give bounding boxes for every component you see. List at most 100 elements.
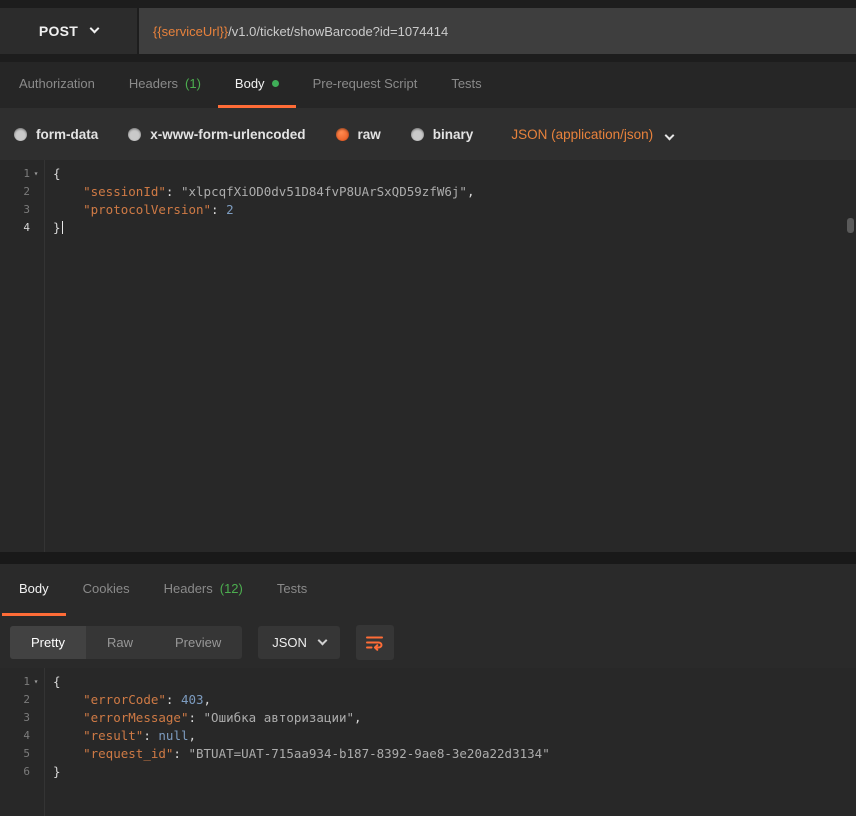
code-line: 2 "sessionId": "xlpcqfXiOD0dv51D84fvP8UA… bbox=[0, 183, 856, 201]
gutter: 4 bbox=[0, 219, 44, 237]
wrap-text-button[interactable] bbox=[355, 624, 394, 660]
code-text: { bbox=[53, 166, 61, 181]
radio-unselected-icon bbox=[410, 127, 424, 141]
code-text: "errorCode": 403, bbox=[83, 692, 212, 707]
code-text: "protocolVersion": 2 bbox=[83, 202, 234, 217]
tab-label: Tests bbox=[451, 76, 482, 91]
line-number: 2 bbox=[23, 185, 30, 198]
gutter: 4 bbox=[0, 727, 44, 745]
headers-count-badge: (12) bbox=[219, 581, 243, 596]
radio-selected-icon bbox=[335, 127, 349, 141]
wrap-text-icon bbox=[366, 636, 384, 651]
bodytype-binary[interactable]: binary bbox=[410, 126, 474, 142]
request-body-editor[interactable]: 1 ▾ {2 "sessionId": "xlpcqfXiOD0dv51D84fvP… bbox=[0, 160, 856, 552]
chevron-down-icon bbox=[664, 130, 675, 140]
response-tab-cookies[interactable]: Cookies bbox=[66, 564, 147, 616]
request-tabs: Authorization Headers (1) Body Pre-reque… bbox=[0, 62, 856, 108]
tab-label: Body bbox=[19, 581, 49, 596]
response-tab-tests[interactable]: Tests bbox=[260, 564, 324, 616]
radio-label: x-www-form-urlencoded bbox=[150, 126, 306, 142]
request-body-panel: 1 ▾ {2 "sessionId": "xlpcqfXiOD0dv51D84fvP… bbox=[0, 160, 856, 552]
format-label: JSON bbox=[272, 634, 307, 650]
fold-toggle-icon[interactable]: ▾ bbox=[30, 673, 42, 691]
body-present-dot-icon bbox=[271, 80, 279, 87]
code-line: 3 "protocolVersion": 2 bbox=[0, 201, 856, 219]
line-number: 3 bbox=[23, 711, 30, 724]
view-raw-button[interactable]: Raw bbox=[86, 626, 154, 659]
line-number: 6 bbox=[23, 765, 30, 778]
bodytype-form-data[interactable]: form-data bbox=[14, 127, 98, 142]
line-number: 4 bbox=[23, 729, 30, 742]
bodytype-raw[interactable]: raw bbox=[335, 126, 381, 142]
response-tab-headers[interactable]: Headers (12) bbox=[147, 564, 260, 616]
tab-label: Pre-request Script bbox=[312, 76, 418, 91]
response-tabs: Body Cookies Headers (12) Tests bbox=[0, 564, 856, 616]
tab-label: Authorization bbox=[19, 76, 95, 91]
url-input[interactable]: {{serviceUrl}}/v1.0/ticket/showBarcode?i… bbox=[139, 8, 856, 54]
panel-resize-divider[interactable] bbox=[0, 552, 856, 564]
tab-tests[interactable]: Tests bbox=[434, 62, 498, 108]
chevron-down-icon bbox=[317, 635, 328, 646]
code-text: { bbox=[53, 674, 61, 689]
radio-label: raw bbox=[357, 126, 381, 142]
tab-label: Headers bbox=[163, 581, 213, 596]
view-pretty-button[interactable]: Pretty bbox=[10, 625, 86, 659]
line-number: 5 bbox=[23, 747, 30, 760]
tab-headers[interactable]: Headers (1) bbox=[112, 62, 218, 108]
bodytype-urlencoded[interactable]: x-www-form-urlencoded bbox=[128, 126, 306, 142]
response-body-panel: 1 ▾{2 "errorCode": 403, 3 "errorMessage": … bbox=[0, 668, 856, 816]
code-line: 4} bbox=[0, 219, 856, 237]
chevron-wrap bbox=[664, 127, 675, 142]
code-line: 3 "errorMessage": "Ошибка авторизации", bbox=[0, 709, 856, 727]
response-view-switch: Pretty Raw Preview bbox=[10, 625, 243, 659]
response-format-select[interactable]: JSON bbox=[258, 625, 340, 659]
gutter: 5 bbox=[0, 745, 44, 763]
response-toolbar: Pretty Raw Preview JSON bbox=[0, 616, 856, 668]
code-line: 6} bbox=[0, 763, 856, 781]
code-line: 2 "errorCode": 403, bbox=[0, 691, 856, 709]
gutter: 3 bbox=[0, 201, 44, 219]
code-line: 4 "result": null, bbox=[0, 727, 856, 745]
url-path: /v1.0/ticket/showBarcode?id=1074414 bbox=[228, 23, 449, 39]
line-number: 3 bbox=[23, 203, 30, 216]
code-text: } bbox=[53, 764, 61, 779]
code-line: 1 ▾ { bbox=[0, 673, 856, 691]
fold-toggle-icon[interactable]: ▾ bbox=[30, 165, 42, 183]
response-tab-body[interactable]: Body bbox=[2, 564, 66, 616]
view-preview-button[interactable]: Preview bbox=[154, 626, 242, 659]
text-cursor bbox=[61, 221, 63, 234]
request-url-bar: POST {{serviceUrl}}/v1.0/ticket/showBarc… bbox=[0, 0, 856, 62]
line-number: 1 bbox=[23, 167, 30, 180]
code-text: } bbox=[53, 220, 63, 235]
line-number: 4 bbox=[23, 221, 30, 234]
code-text: "result": null, bbox=[83, 728, 197, 743]
tab-body[interactable]: Body bbox=[217, 62, 296, 108]
gutter: 1 ▾ bbox=[0, 673, 44, 691]
gutter: 2 bbox=[0, 691, 44, 709]
tab-pre-request-script[interactable]: Pre-request Script bbox=[296, 62, 435, 108]
url-variable: {{serviceUrl}} bbox=[153, 23, 229, 39]
tab-label: Tests bbox=[276, 581, 308, 596]
scrollbar-thumb[interactable] bbox=[847, 218, 854, 233]
radio-unselected-icon bbox=[128, 127, 142, 141]
code-line: 5 "request_id": "BTUAT=UAT-715aa934-b187… bbox=[0, 745, 856, 763]
code-text: "request_id": "BTUAT=UAT-715aa934-b187-8… bbox=[83, 746, 550, 761]
method-select[interactable]: POST bbox=[0, 8, 137, 54]
code-text: "errorMessage": "Ошибка авторизации", bbox=[83, 710, 362, 725]
radio-label: form-data bbox=[36, 126, 99, 142]
radio-label: binary bbox=[432, 126, 474, 142]
content-type-select[interactable]: JSON (application/json) bbox=[511, 127, 675, 142]
gutter: 2 bbox=[0, 183, 44, 201]
radio-unselected-icon bbox=[14, 127, 27, 141]
tab-label: Cookies bbox=[82, 581, 130, 596]
tab-label: Body bbox=[234, 76, 265, 91]
response-body-editor: 1 ▾{2 "errorCode": 403, 3 "errorMessage": … bbox=[0, 668, 856, 816]
line-number: 1 bbox=[23, 675, 30, 688]
method-label: POST bbox=[38, 23, 79, 39]
line-number: 2 bbox=[23, 693, 30, 706]
tab-authorization[interactable]: Authorization bbox=[2, 62, 112, 108]
body-type-bar: form-data x-www-form-urlencoded raw bina… bbox=[0, 108, 856, 160]
request-bar: POST {{serviceUrl}}/v1.0/ticket/showBarc… bbox=[0, 8, 856, 54]
postman-window: POST {{serviceUrl}}/v1.0/ticket/showBarc… bbox=[0, 0, 856, 816]
chevron-down-icon bbox=[89, 23, 100, 34]
